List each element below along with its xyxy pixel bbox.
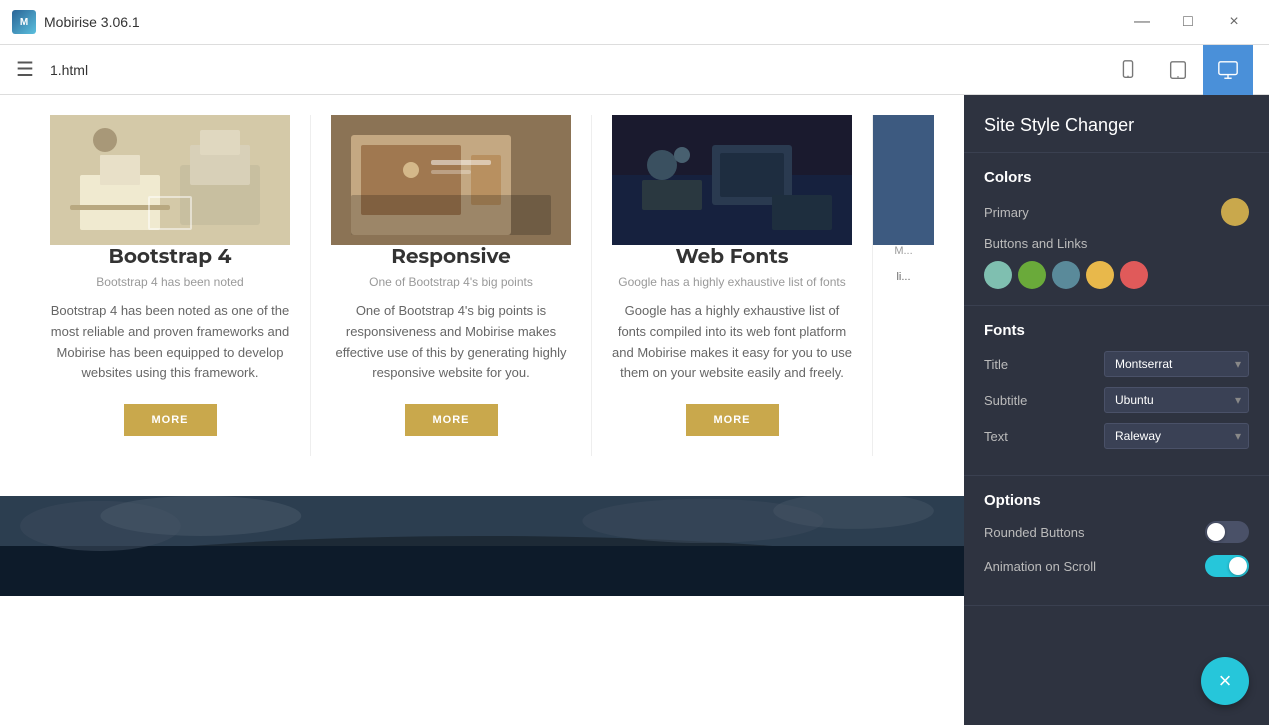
side-panel: Site Style Changer Colors Primary Button… (964, 95, 1269, 725)
title-bar-left: M Mobirise 3.06.1 (12, 10, 140, 34)
title-bar-controls: — □ × (1119, 0, 1257, 45)
card-image-fourth (873, 115, 934, 245)
panel-header: Site Style Changer (964, 95, 1269, 153)
colors-section: Colors Primary Buttons and Links (964, 153, 1269, 306)
card-responsive: Responsive One of Bootstrap 4's big poin… (311, 115, 592, 456)
content-area: Bootstrap 4 Bootstrap 4 has been noted B… (0, 95, 964, 725)
color-swatch-green[interactable] (1018, 261, 1046, 289)
panel-title: Site Style Changer (984, 115, 1134, 135)
card-image-responsive (331, 115, 571, 245)
card-bootstrap: Bootstrap 4 Bootstrap 4 has been noted B… (30, 115, 311, 456)
card-text-fourth: li... (896, 269, 910, 436)
animation-scroll-track (1205, 555, 1249, 577)
rounded-buttons-track (1205, 521, 1249, 543)
card-text-responsive: One of Bootstrap 4's big points is respo… (331, 301, 571, 384)
card-title-responsive: Responsive (391, 245, 511, 269)
animation-scroll-row: Animation on Scroll (984, 555, 1249, 577)
maximize-button[interactable]: □ (1165, 0, 1211, 45)
minimize-button[interactable]: — (1119, 0, 1165, 45)
card-button-bootstrap[interactable]: MORE (124, 404, 217, 436)
primary-color-label: Primary (984, 205, 1029, 220)
primary-color-row: Primary (984, 198, 1249, 226)
color-swatch-gold[interactable] (1086, 261, 1114, 289)
app-icon: M (12, 10, 36, 34)
color-swatches-row (984, 261, 1249, 289)
bottom-section (0, 496, 964, 596)
title-font-label: Title (984, 357, 1008, 372)
card-title-webfonts: Web Fonts (676, 245, 789, 269)
close-button[interactable]: × (1211, 0, 1257, 45)
card-text-bootstrap: Bootstrap 4 has been noted as one of the… (50, 301, 290, 384)
title-font-select[interactable]: Montserrat Roboto Open Sans Lato (1104, 351, 1249, 377)
title-bar: M Mobirise 3.06.1 — □ × (0, 0, 1269, 45)
subtitle-font-row: Subtitle Ubuntu Roboto Open Sans (984, 387, 1249, 413)
card-subtitle-fourth: M... (894, 245, 912, 257)
rounded-buttons-toggle[interactable] (1205, 521, 1249, 543)
color-swatch-red[interactable] (1120, 261, 1148, 289)
card-subtitle-bootstrap: Bootstrap 4 has been noted (96, 275, 243, 289)
animation-scroll-label: Animation on Scroll (984, 559, 1096, 574)
options-section-title: Options (984, 492, 1249, 509)
card-image-bootstrap (50, 115, 290, 245)
text-font-select-wrapper: Raleway Roboto Open Sans (1104, 423, 1249, 449)
text-font-row: Text Raleway Roboto Open Sans (984, 423, 1249, 449)
card-subtitle-webfonts: Google has a highly exhaustive list of f… (618, 275, 845, 289)
color-swatch-slate[interactable] (1052, 261, 1080, 289)
title-font-select-wrapper: Montserrat Roboto Open Sans Lato (1104, 351, 1249, 377)
options-section: Options Rounded Buttons Animation on Scr… (964, 476, 1269, 606)
file-name: 1.html (50, 62, 1087, 78)
device-icons (1103, 45, 1253, 95)
primary-color-swatch[interactable] (1221, 198, 1249, 226)
card-title-bootstrap: Bootstrap 4 (109, 245, 232, 269)
rounded-buttons-row: Rounded Buttons (984, 521, 1249, 543)
desktop-view-button[interactable] (1203, 45, 1253, 95)
rounded-buttons-thumb (1207, 523, 1225, 541)
card-button-responsive[interactable]: MORE (405, 404, 498, 436)
card-fourth: M... li... (873, 115, 934, 456)
buttons-links-row: Buttons and Links (984, 236, 1249, 251)
buttons-links-label: Buttons and Links (984, 236, 1087, 251)
animation-scroll-thumb (1229, 557, 1247, 575)
card-subtitle-responsive: One of Bootstrap 4's big points (369, 275, 533, 289)
text-font-label: Text (984, 429, 1008, 444)
subtitle-font-select-wrapper: Ubuntu Roboto Open Sans (1104, 387, 1249, 413)
toolbar: ☰ 1.html (0, 45, 1269, 95)
fonts-section: Fonts Title Montserrat Roboto Open Sans … (964, 306, 1269, 476)
mobile-view-button[interactable] (1103, 45, 1153, 95)
fonts-section-title: Fonts (984, 322, 1249, 339)
cards-section: Bootstrap 4 Bootstrap 4 has been noted B… (0, 95, 964, 496)
animation-scroll-toggle[interactable] (1205, 555, 1249, 577)
subtitle-font-label: Subtitle (984, 393, 1027, 408)
card-image-webfonts (612, 115, 852, 245)
rounded-buttons-label: Rounded Buttons (984, 525, 1084, 540)
main-layout: Bootstrap 4 Bootstrap 4 has been noted B… (0, 95, 1269, 725)
app-title: Mobirise 3.06.1 (44, 14, 140, 30)
colors-section-title: Colors (984, 169, 1249, 186)
subtitle-font-select[interactable]: Ubuntu Roboto Open Sans (1104, 387, 1249, 413)
color-swatch-teal[interactable] (984, 261, 1012, 289)
title-font-row: Title Montserrat Roboto Open Sans Lato (984, 351, 1249, 377)
text-font-select[interactable]: Raleway Roboto Open Sans (1104, 423, 1249, 449)
hamburger-icon[interactable]: ☰ (16, 57, 34, 82)
card-webfonts: Web Fonts Google has a highly exhaustive… (592, 115, 873, 456)
card-text-webfonts: Google has a highly exhaustive list of f… (612, 301, 852, 384)
card-button-webfonts[interactable]: MORE (686, 404, 779, 436)
tablet-view-button[interactable] (1153, 45, 1203, 95)
